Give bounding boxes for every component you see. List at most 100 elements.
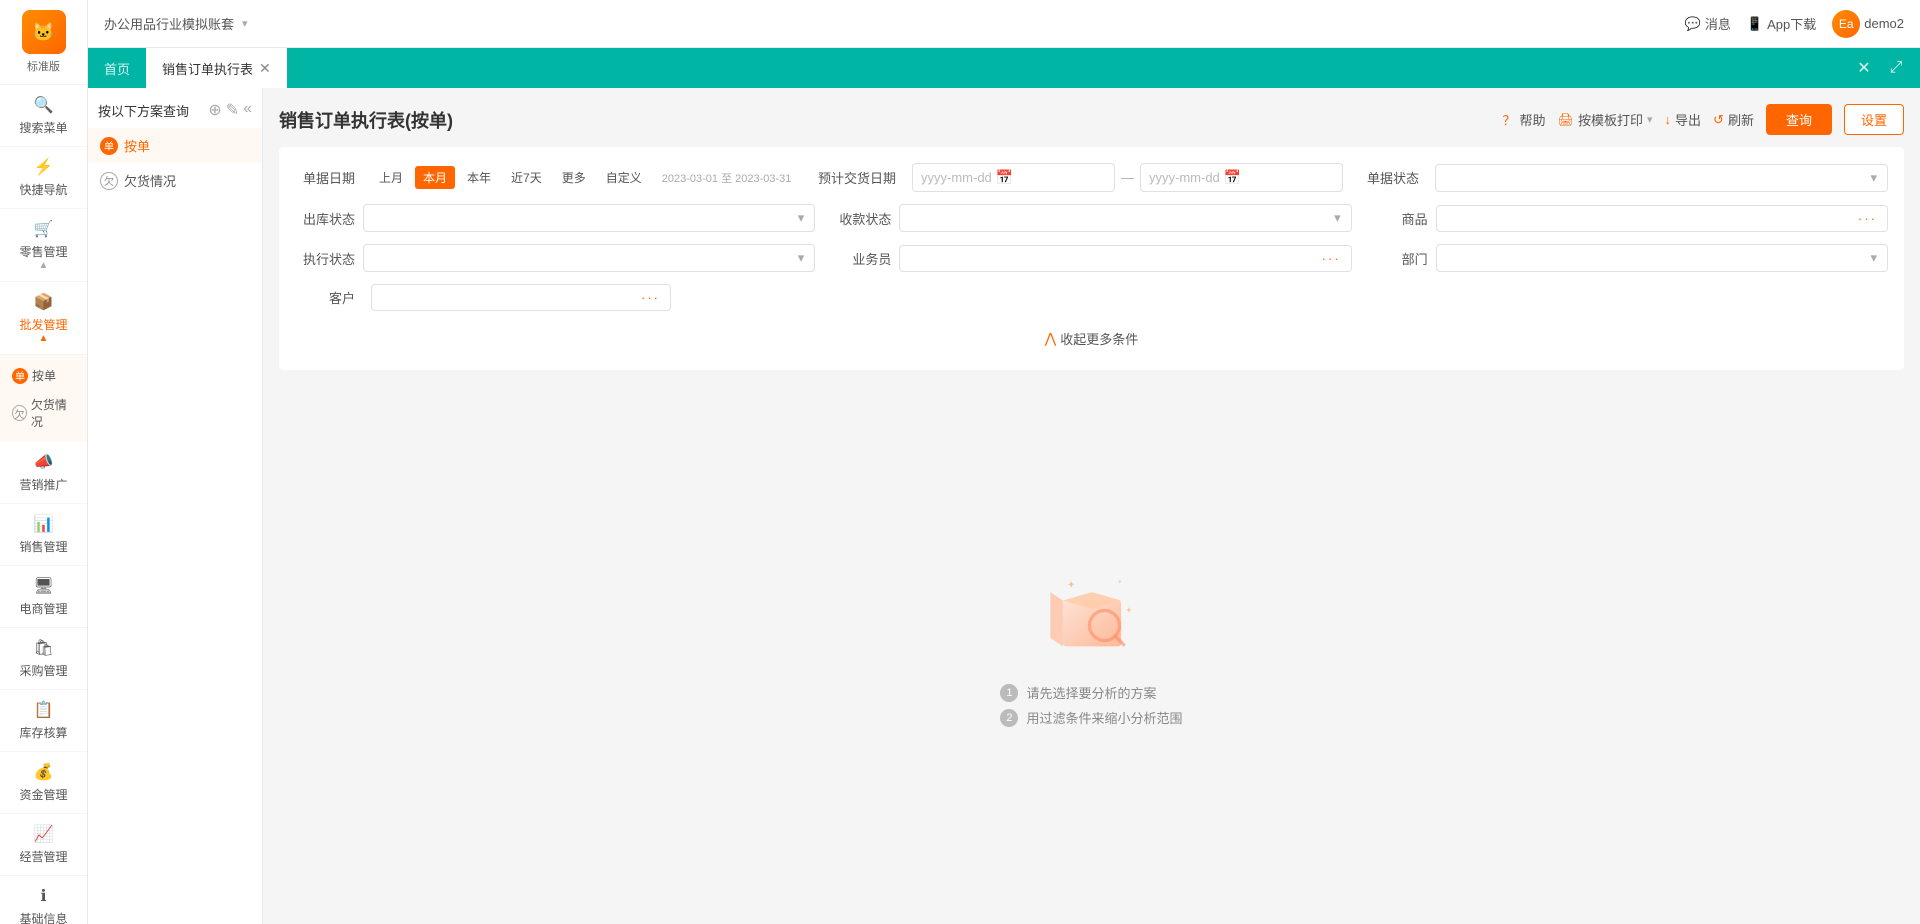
tab-home[interactable]: 首页 [88,48,146,88]
goods-input[interactable]: ··· [1436,205,1888,232]
settings-button[interactable]: 设置 [1844,104,1904,135]
delivery-date-from[interactable]: yyyy-mm-dd 📅 [912,163,1115,192]
user-menu[interactable]: Ea demo2 [1832,10,1904,38]
status-select[interactable]: ▾ [1435,164,1888,192]
sidebar-item-purchase[interactable]: 🛍 采购管理 [0,628,87,690]
date-tab-7days[interactable]: 近7天 [503,166,550,189]
date-tab-this-month[interactable]: 本月 [415,166,455,189]
sidebar-item-retail[interactable]: 🛒 零售管理 ▲ [0,209,87,282]
date-tab-this-year[interactable]: 本年 [459,166,499,189]
sidebar-item-ecommerce[interactable]: 🖥 电商管理 [0,566,87,628]
print-arrow: ▾ [1647,113,1653,126]
date-tabs: 上月 本月 本年 近7天 更多 自定义 [371,166,650,189]
sidebar-sub-credit-label: 欠货情况 [31,396,75,430]
status-arrow: ▾ [1870,170,1877,186]
tab-expand-icon[interactable]: ⤢ [1884,56,1908,80]
topbar-arrow[interactable]: ▾ [242,17,248,30]
help-btn[interactable]: ？ 帮助 [1502,110,1545,129]
empty-state: ✦ ✦ ✦ 1 请先选择要分析的方案 2 用过滤条件来缩小分析范围 [279,382,1904,908]
sidebar-item-marketing[interactable]: 📣 营销推广 [0,442,87,504]
nav-order-label: 按单 [124,136,150,155]
content: 按以下方案查询 ⊕ ✎ « 单 按单 欠 欠货情况 销售订单执行表(按单) [88,88,1920,924]
sidebar-item-label: 零售管理 [19,243,67,260]
wholesale-icon: 📦 [34,292,54,312]
finance-icon: 💰 [34,762,54,782]
filter-ship-status: 出库状态 ▾ [295,204,815,232]
dept-select[interactable]: ▾ [1436,244,1888,272]
retail-arrow: ▲ [39,260,49,271]
sidebar-item-inventory[interactable]: 📋 库存核算 [0,690,87,752]
print-btn[interactable]: 🖨 按模板打印 ▾ [1557,110,1652,129]
export-btn[interactable]: ↓ 导出 [1665,110,1702,129]
collapse-panel-btn[interactable]: « [243,100,252,120]
tip-num-1: 1 [1000,684,1018,702]
avatar: Ea [1832,10,1860,38]
tabbar: 首页 销售订单执行表 ✕ ✕ ⤢ [88,48,1920,88]
credit-nav-icon: 欠 [100,172,118,190]
sidebar-item-label: 快捷导航 [19,181,67,198]
delivery-date-label: 预计交货日期 [818,168,896,187]
empty-tip-2: 2 用过滤条件来缩小分析范围 [1000,708,1182,727]
sidebar-item-sales[interactable]: 📊 销售管理 [0,504,87,566]
sidebar-item-operations[interactable]: 📈 经营管理 [0,814,87,876]
sidebar-item-wholesale[interactable]: 📦 批发管理 ▲ [0,282,87,355]
ship-status-select[interactable]: ▾ [363,204,815,232]
search-icon: 🔍 [34,95,54,115]
retail-icon: 🛒 [34,219,54,239]
logo-text: 标准版 [27,58,60,74]
app-download-btn[interactable]: 📱 App下载 [1747,14,1816,33]
nav-credit-label: 欠货情况 [124,171,176,190]
sidebar-sub-item-credit[interactable]: 欠 欠货情况 [0,390,87,436]
delivery-date-to-placeholder: yyyy-mm-dd [1149,170,1220,185]
left-panel-title: 按以下方案查询 [98,101,189,120]
date-tab-last-month[interactable]: 上月 [371,166,411,189]
sidebar-item-finance[interactable]: 💰 资金管理 [0,752,87,814]
tab-sales-order[interactable]: 销售订单执行表 ✕ [146,48,287,88]
export-label: 导出 [1675,110,1701,129]
svg-text:✦: ✦ [1125,605,1132,615]
message-btn[interactable]: 💬 消息 [1685,14,1731,33]
tab-close-btn[interactable]: ✕ [259,60,271,77]
tab-close-icon[interactable]: ✕ [1852,56,1876,80]
refresh-btn[interactable]: ↺ 刷新 [1713,110,1754,129]
filter-area: 单据日期 上月 本月 本年 近7天 更多 自定义 2023-03-01 至 20… [279,147,1904,370]
search-button[interactable]: 查询 [1766,104,1832,135]
sidebar-item-label: 销售管理 [19,538,67,555]
date-label: 单据日期 [295,168,355,187]
date-tab-custom[interactable]: 自定义 [598,166,650,189]
sidebar-item-shortcut[interactable]: ⚡ 快捷导航 [0,147,87,209]
edit-scheme-btn[interactable]: ✎ [226,100,239,120]
topbar-right: 💬 消息 📱 App下载 Ea demo2 [1685,10,1904,38]
sidebar-item-search[interactable]: 🔍 搜索菜单 [0,85,87,147]
tip-num-2: 2 [1000,709,1018,727]
filter-collect-status: 收款状态 ▾ [831,204,1351,232]
tab-home-label: 首页 [104,59,130,78]
sidebar-item-basic[interactable]: ℹ 基础信息 [0,876,87,924]
filter-dept: 部门 ▾ [1368,244,1888,272]
filter-row-2: 出库状态 ▾ 收款状态 ▾ 商品 [295,204,1888,232]
calendar-icon-to: 📅 [1224,169,1241,186]
collapse-label: 收起更多条件 [1060,329,1138,348]
page-title: 销售订单执行表(按单) [279,107,453,133]
customer-input[interactable]: ··· [371,284,671,311]
sidebar-sub-order-label: 按单 [32,367,56,384]
sidebar-item-label: 营销推广 [19,476,67,493]
sidebar-sub-item-order[interactable]: 单 按单 [0,361,87,390]
collect-status-label: 收款状态 [831,209,891,228]
date-tab-more[interactable]: 更多 [554,166,594,189]
exec-status-select[interactable]: ▾ [363,244,815,272]
message-icon: 💬 [1685,16,1701,32]
message-label: 消息 [1705,14,1731,33]
add-scheme-btn[interactable]: ⊕ [208,100,221,120]
refresh-label: 刷新 [1728,110,1754,129]
nav-item-order[interactable]: 单 按单 [88,128,262,163]
wholesale-arrow: ▲ [39,333,49,344]
salesperson-label: 业务员 [831,249,891,268]
nav-item-credit[interactable]: 欠 欠货情况 [88,163,262,198]
logo-icon: 🐱 [22,10,66,54]
salesperson-input[interactable]: ··· [899,245,1351,272]
collapse-btn[interactable]: ⋀ 收起更多条件 [295,323,1888,354]
sidebar: 🐱 标准版 🔍 搜索菜单 ⚡ 快捷导航 🛒 零售管理 ▲ 📦 批发管理 ▲ 单 … [0,0,88,924]
collect-status-select[interactable]: ▾ [899,204,1351,232]
delivery-date-to[interactable]: yyyy-mm-dd 📅 [1140,163,1343,192]
